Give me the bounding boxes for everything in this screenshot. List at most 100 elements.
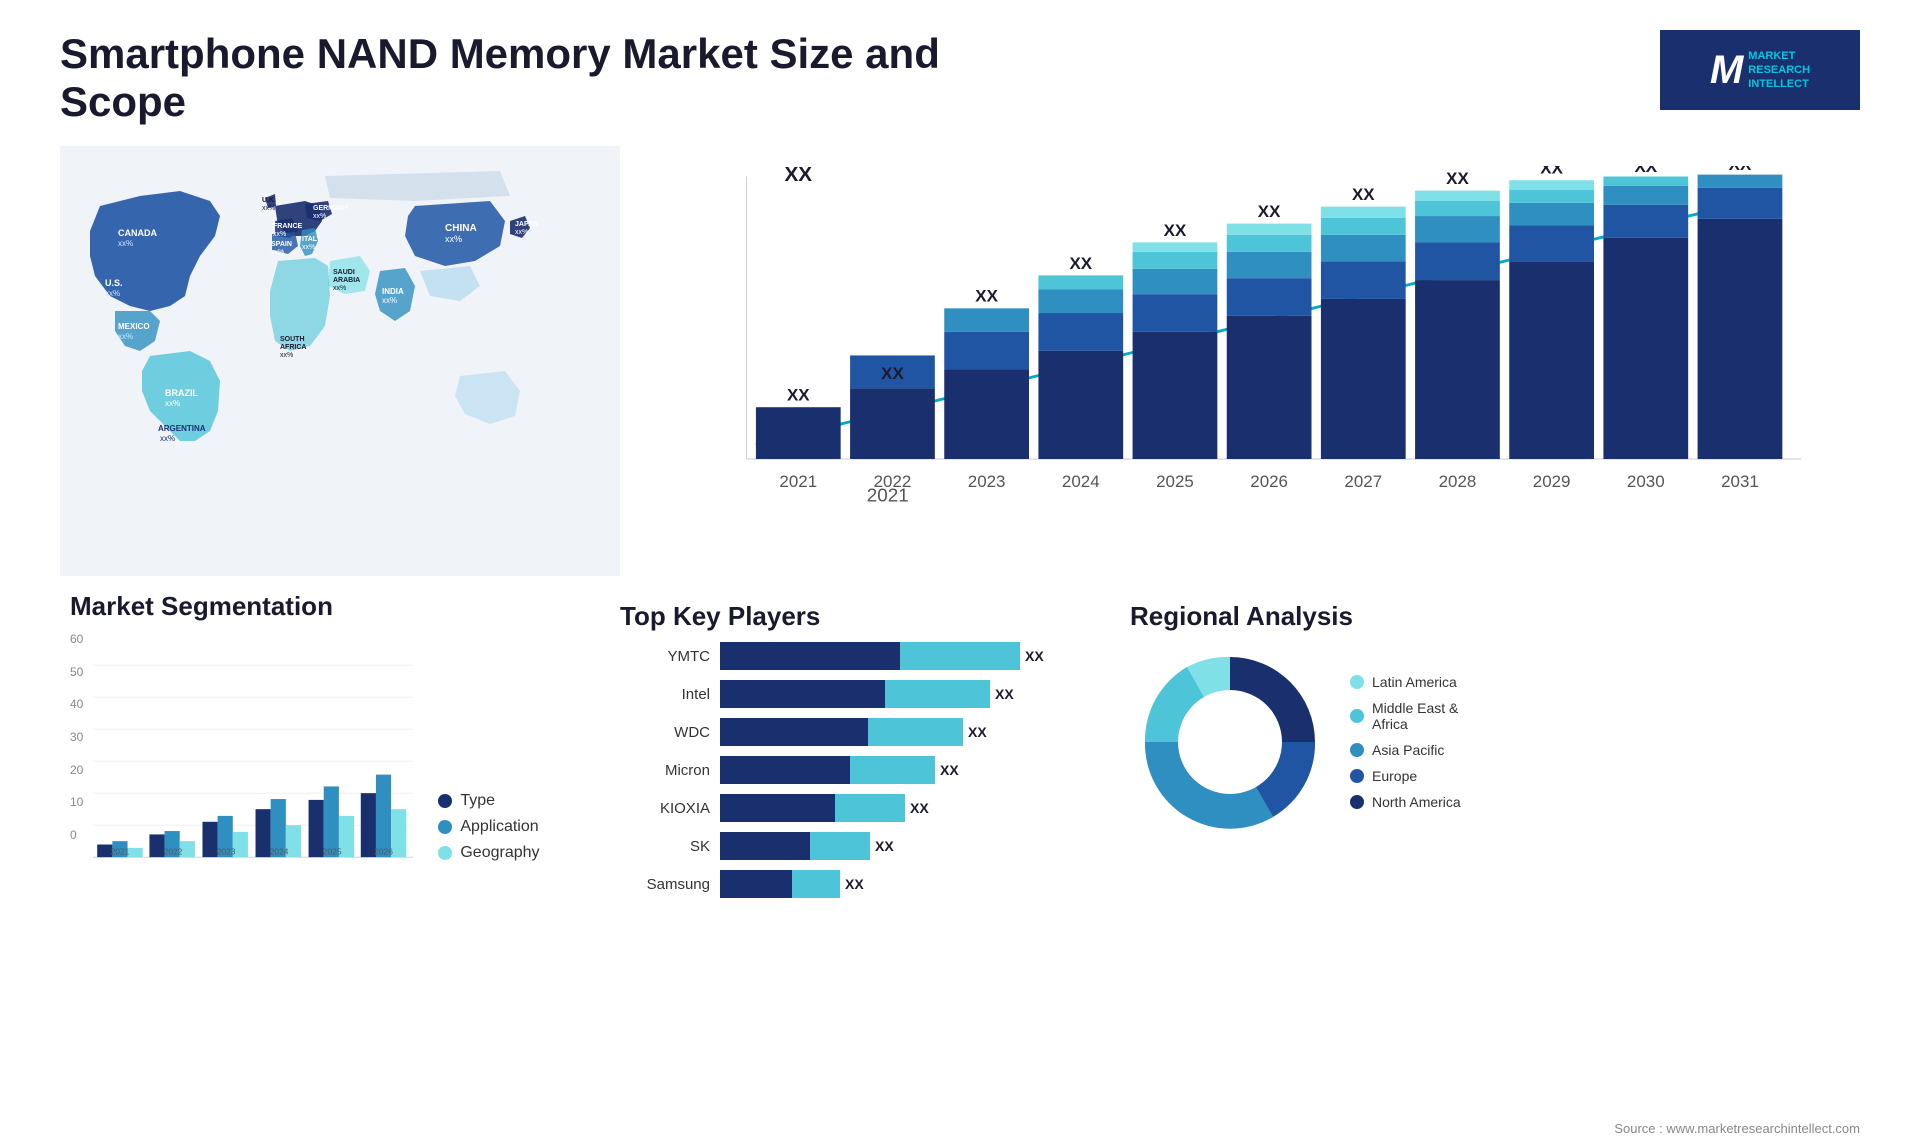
bottom-row: Market Segmentation 60 50 40 30 20 10 0 [60, 591, 1860, 918]
svg-text:XX: XX [1446, 169, 1469, 188]
logo-letter: M [1710, 48, 1743, 93]
svg-text:2022: 2022 [164, 847, 183, 857]
svg-text:2028: 2028 [1439, 472, 1477, 491]
regional-section: Regional Analysis [1110, 591, 1860, 918]
legend-geography: Geography [438, 844, 539, 862]
svg-text:SOUTH: SOUTH [280, 336, 305, 343]
donut-chart-svg [1130, 642, 1330, 842]
svg-text:2023: 2023 [968, 472, 1006, 491]
svg-text:xx%: xx% [382, 296, 397, 305]
svg-text:xx%: xx% [445, 234, 462, 244]
svg-text:SPAIN: SPAIN [271, 241, 292, 248]
svg-text:2025: 2025 [323, 847, 342, 857]
svg-text:xx%: xx% [118, 332, 133, 341]
regional-legend: Latin America Middle East &Africa Asia P… [1350, 674, 1461, 810]
svg-text:ITALY: ITALY [302, 236, 321, 243]
svg-text:2021: 2021 [779, 472, 817, 491]
player-row-kioxia: KIOXIA XX [620, 794, 1080, 822]
type-dot [438, 794, 452, 808]
legend-asia-pacific: Asia Pacific [1350, 742, 1461, 758]
svg-text:2023: 2023 [217, 847, 236, 857]
application-dot [438, 820, 452, 834]
logo-area: M MARKET RESEARCH INTELLECT [1660, 30, 1860, 110]
player-row-ymtc: YMTC XX [620, 642, 1080, 670]
svg-text:XX: XX [1164, 221, 1187, 240]
svg-text:CANADA: CANADA [118, 228, 157, 238]
svg-text:2026: 2026 [375, 847, 394, 857]
key-players-section: Top Key Players YMTC XX Intel [600, 591, 1100, 918]
geography-dot [438, 846, 452, 860]
segmentation-chart: 2021 2022 2023 [93, 662, 413, 862]
player-row-samsung: Samsung XX [620, 870, 1080, 898]
players-title: Top Key Players [620, 601, 1080, 632]
player-row-wdc: WDC XX [620, 718, 1080, 746]
svg-text:2022: 2022 [874, 472, 912, 491]
svg-text:xx%: xx% [165, 399, 180, 408]
donut-container: Latin America Middle East &Africa Asia P… [1130, 642, 1840, 842]
svg-text:JAPAN: JAPAN [515, 221, 538, 228]
svg-text:ARABIA: ARABIA [333, 277, 360, 284]
svg-text:xx%: xx% [280, 352, 293, 359]
svg-text:XX: XX [784, 166, 812, 186]
svg-text:XX: XX [1540, 166, 1563, 178]
page-container: Smartphone NAND Memory Market Size and S… [0, 0, 1920, 1146]
svg-text:FRANCE: FRANCE [273, 223, 302, 230]
legend-north-america: North America [1350, 794, 1461, 810]
world-map-svg: CANADA xx% U.S. xx% MEXICO xx% BRAZIL xx… [60, 146, 620, 576]
svg-text:2031: 2031 [1721, 472, 1759, 491]
svg-text:U.K.: U.K. [262, 197, 276, 204]
svg-text:XX: XX [1258, 202, 1281, 221]
svg-text:MEXICO: MEXICO [118, 322, 150, 331]
segmentation-section: Market Segmentation 60 50 40 30 20 10 0 [60, 591, 590, 918]
legend-latin-america: Latin America [1350, 674, 1461, 690]
svg-text:xx%: xx% [271, 249, 284, 256]
svg-text:2024: 2024 [1062, 472, 1100, 491]
svg-text:INDIA: INDIA [382, 287, 404, 296]
svg-text:2029: 2029 [1533, 472, 1571, 491]
svg-text:xx%: xx% [515, 229, 528, 236]
svg-text:GERMANY: GERMANY [313, 205, 349, 212]
svg-text:2025: 2025 [1156, 472, 1194, 491]
svg-text:XX: XX [975, 287, 998, 306]
svg-text:XX: XX [881, 364, 904, 383]
legend-europe: Europe [1350, 768, 1461, 784]
svg-text:XX: XX [1069, 254, 1092, 273]
legend-application: Application [438, 818, 539, 836]
svg-text:SAUDI: SAUDI [333, 269, 355, 276]
svg-text:xx%: xx% [262, 205, 275, 212]
svg-text:xx%: xx% [273, 231, 286, 238]
svg-text:xx%: xx% [333, 285, 346, 292]
svg-text:BRAZIL: BRAZIL [165, 388, 198, 398]
player-row-sk: SK XX [620, 832, 1080, 860]
source-text: Source : www.marketresearchintellect.com [1614, 1121, 1860, 1136]
player-row-intel: Intel XX [620, 680, 1080, 708]
segmentation-title: Market Segmentation [70, 591, 580, 622]
bar-chart-section: XX 2021 XX 2021 XX 2022 XX 2023 [640, 146, 1860, 576]
bar-chart-svg: XX 2021 XX 2021 XX 2022 XX 2023 [690, 166, 1820, 526]
svg-text:2024: 2024 [270, 847, 289, 857]
legend-middle-east: Middle East &Africa [1350, 700, 1461, 732]
svg-text:CHINA: CHINA [445, 223, 477, 234]
logo-box: M MARKET RESEARCH INTELLECT [1660, 30, 1860, 110]
svg-text:2030: 2030 [1627, 472, 1665, 491]
svg-text:ARGENTINA: ARGENTINA [158, 424, 206, 433]
segmentation-legend: Type Application Geography [438, 792, 539, 862]
logo-text: MARKET RESEARCH INTELLECT [1748, 49, 1810, 92]
svg-text:xx%: xx% [313, 213, 326, 220]
svg-text:XX: XX [1729, 166, 1752, 174]
header: Smartphone NAND Memory Market Size and S… [60, 30, 1860, 126]
svg-text:xx%: xx% [105, 289, 120, 298]
svg-text:2026: 2026 [1250, 472, 1288, 491]
regional-title: Regional Analysis [1130, 601, 1840, 632]
svg-text:2021: 2021 [111, 847, 130, 857]
svg-text:XX: XX [787, 386, 810, 405]
map-section: CANADA xx% U.S. xx% MEXICO xx% BRAZIL xx… [60, 146, 620, 576]
svg-text:xx%: xx% [118, 239, 133, 248]
svg-text:U.S.: U.S. [105, 278, 123, 288]
player-row-micron: Micron XX [620, 756, 1080, 784]
svg-text:xx%: xx% [160, 434, 175, 443]
svg-text:XX: XX [1352, 185, 1375, 204]
svg-text:xx%: xx% [302, 244, 315, 251]
page-title: Smartphone NAND Memory Market Size and S… [60, 30, 960, 126]
legend-type: Type [438, 792, 539, 810]
